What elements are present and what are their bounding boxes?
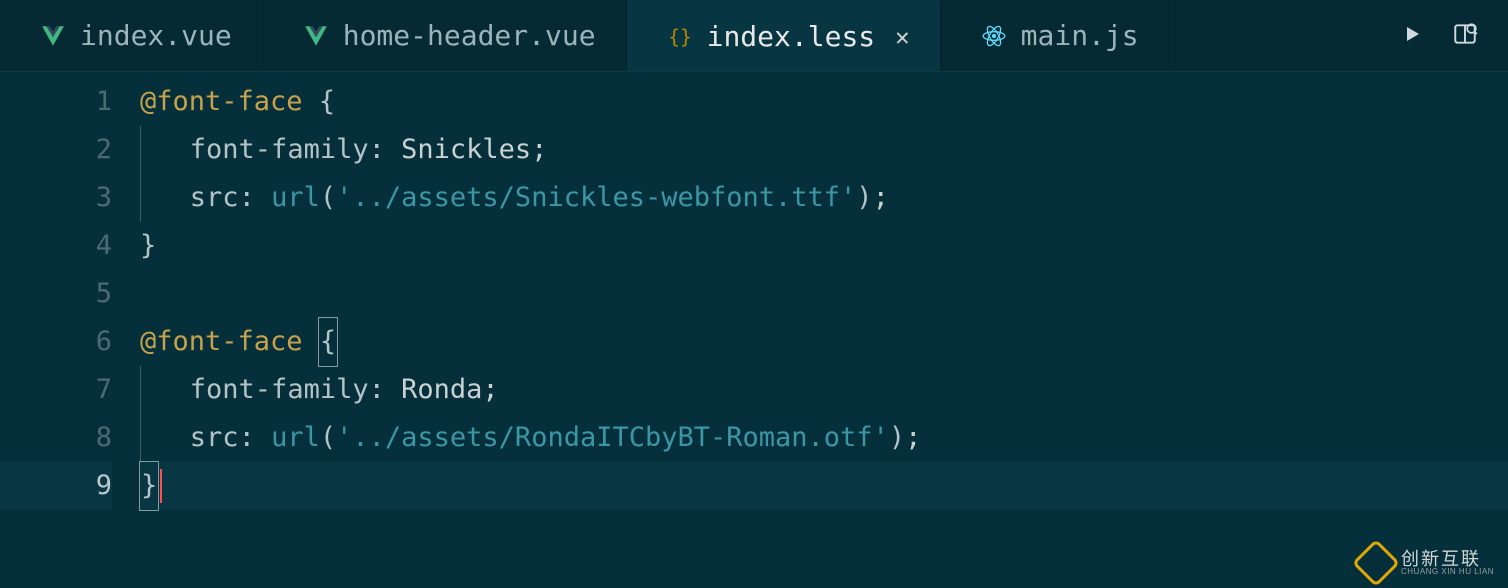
line-number: 9 bbox=[0, 462, 112, 510]
line-number: 5 bbox=[0, 270, 112, 318]
code-line[interactable]: } bbox=[140, 222, 1508, 270]
svg-text:{}: {} bbox=[668, 25, 691, 48]
token-atrule: @font-face bbox=[140, 78, 303, 126]
line-number: 8 bbox=[0, 414, 112, 462]
code-line[interactable]: src: url('../assets/Snickles-webfont.ttf… bbox=[140, 174, 1508, 222]
code-line[interactable]: @font-face { bbox=[140, 318, 1508, 366]
tabbar-actions bbox=[1400, 0, 1508, 71]
token-func: url bbox=[271, 174, 320, 222]
token-plain bbox=[303, 78, 319, 126]
line-number: 2 bbox=[0, 126, 112, 174]
token-semi: ; bbox=[482, 366, 498, 414]
code-line[interactable]: @font-face { bbox=[140, 78, 1508, 126]
token-plain bbox=[303, 318, 319, 366]
play-icon[interactable] bbox=[1400, 22, 1424, 50]
tab-home-header-vue[interactable]: home-header.vue bbox=[263, 0, 627, 71]
line-number: 4 bbox=[0, 222, 112, 270]
token-string: '../assets/RondaITCbyBT-Roman.otf' bbox=[336, 414, 889, 462]
watermark-text-cn: 创新互联 bbox=[1401, 550, 1494, 568]
line-number: 1 bbox=[0, 78, 112, 126]
code-line[interactable]: } bbox=[140, 462, 1508, 510]
bracket-match: } bbox=[140, 462, 158, 510]
bracket-match: { bbox=[319, 318, 337, 366]
watermark: 创新互联 CHUANG XIN HU LIAN bbox=[1359, 546, 1494, 580]
token-prop: src bbox=[190, 174, 239, 222]
tab-bar: index.vue home-header.vue {} index.less ✕ mai… bbox=[0, 0, 1508, 72]
token-semi: ; bbox=[905, 414, 921, 462]
token-punct: { bbox=[320, 326, 336, 357]
token-semi: ; bbox=[531, 126, 547, 174]
braces-icon: {} bbox=[667, 24, 693, 50]
code-line[interactable] bbox=[140, 270, 1508, 318]
code-line[interactable]: src: url('../assets/RondaITCbyBT-Roman.o… bbox=[140, 414, 1508, 462]
token-punct: : bbox=[239, 414, 272, 462]
tab-main-js[interactable]: main.js bbox=[941, 0, 1170, 71]
close-icon[interactable]: ✕ bbox=[895, 23, 909, 51]
token-plain: Ronda bbox=[401, 366, 482, 414]
token-func: url bbox=[271, 414, 320, 462]
token-punct: : bbox=[369, 126, 402, 174]
react-icon bbox=[981, 23, 1007, 49]
code-line[interactable]: font-family: Ronda; bbox=[140, 366, 1508, 414]
tab-label: index.less bbox=[707, 20, 876, 53]
token-punct: } bbox=[140, 222, 156, 270]
gutter: 123456789 bbox=[0, 72, 140, 588]
token-punct: ( bbox=[320, 414, 336, 462]
tab-label: main.js bbox=[1021, 19, 1139, 52]
token-string: '../assets/Snickles-webfont.ttf' bbox=[336, 174, 856, 222]
vue-icon bbox=[303, 23, 329, 49]
token-punct: { bbox=[319, 78, 335, 126]
token-prop: font-family bbox=[190, 366, 369, 414]
token-prop: font-family bbox=[190, 126, 369, 174]
token-punct: } bbox=[141, 470, 157, 501]
token-punct: : bbox=[369, 366, 402, 414]
tab-label: index.vue bbox=[80, 19, 232, 52]
watermark-text-en: CHUANG XIN HU LIAN bbox=[1401, 568, 1494, 576]
line-number: 7 bbox=[0, 366, 112, 414]
line-number: 3 bbox=[0, 174, 112, 222]
token-punct: ) bbox=[856, 174, 872, 222]
tab-index-less[interactable]: {} index.less ✕ bbox=[627, 0, 941, 71]
split-icon[interactable] bbox=[1452, 21, 1478, 51]
token-semi: ; bbox=[873, 174, 889, 222]
editor[interactable]: 123456789 @font-face { font-family: Snic… bbox=[0, 72, 1508, 588]
code-area[interactable]: @font-face { font-family: Snickles; src:… bbox=[140, 72, 1508, 588]
token-plain: Snickles bbox=[401, 126, 531, 174]
tab-index-vue[interactable]: index.vue bbox=[0, 0, 263, 71]
tab-label: home-header.vue bbox=[343, 19, 596, 52]
watermark-logo-icon bbox=[1352, 539, 1400, 587]
token-punct: ( bbox=[320, 174, 336, 222]
text-cursor bbox=[160, 469, 162, 503]
vue-icon bbox=[40, 23, 66, 49]
token-punct: : bbox=[239, 174, 272, 222]
token-prop: src bbox=[190, 414, 239, 462]
code-line[interactable]: font-family: Snickles; bbox=[140, 126, 1508, 174]
token-atrule: @font-face bbox=[140, 318, 303, 366]
token-punct: ) bbox=[889, 414, 905, 462]
line-number: 6 bbox=[0, 318, 112, 366]
